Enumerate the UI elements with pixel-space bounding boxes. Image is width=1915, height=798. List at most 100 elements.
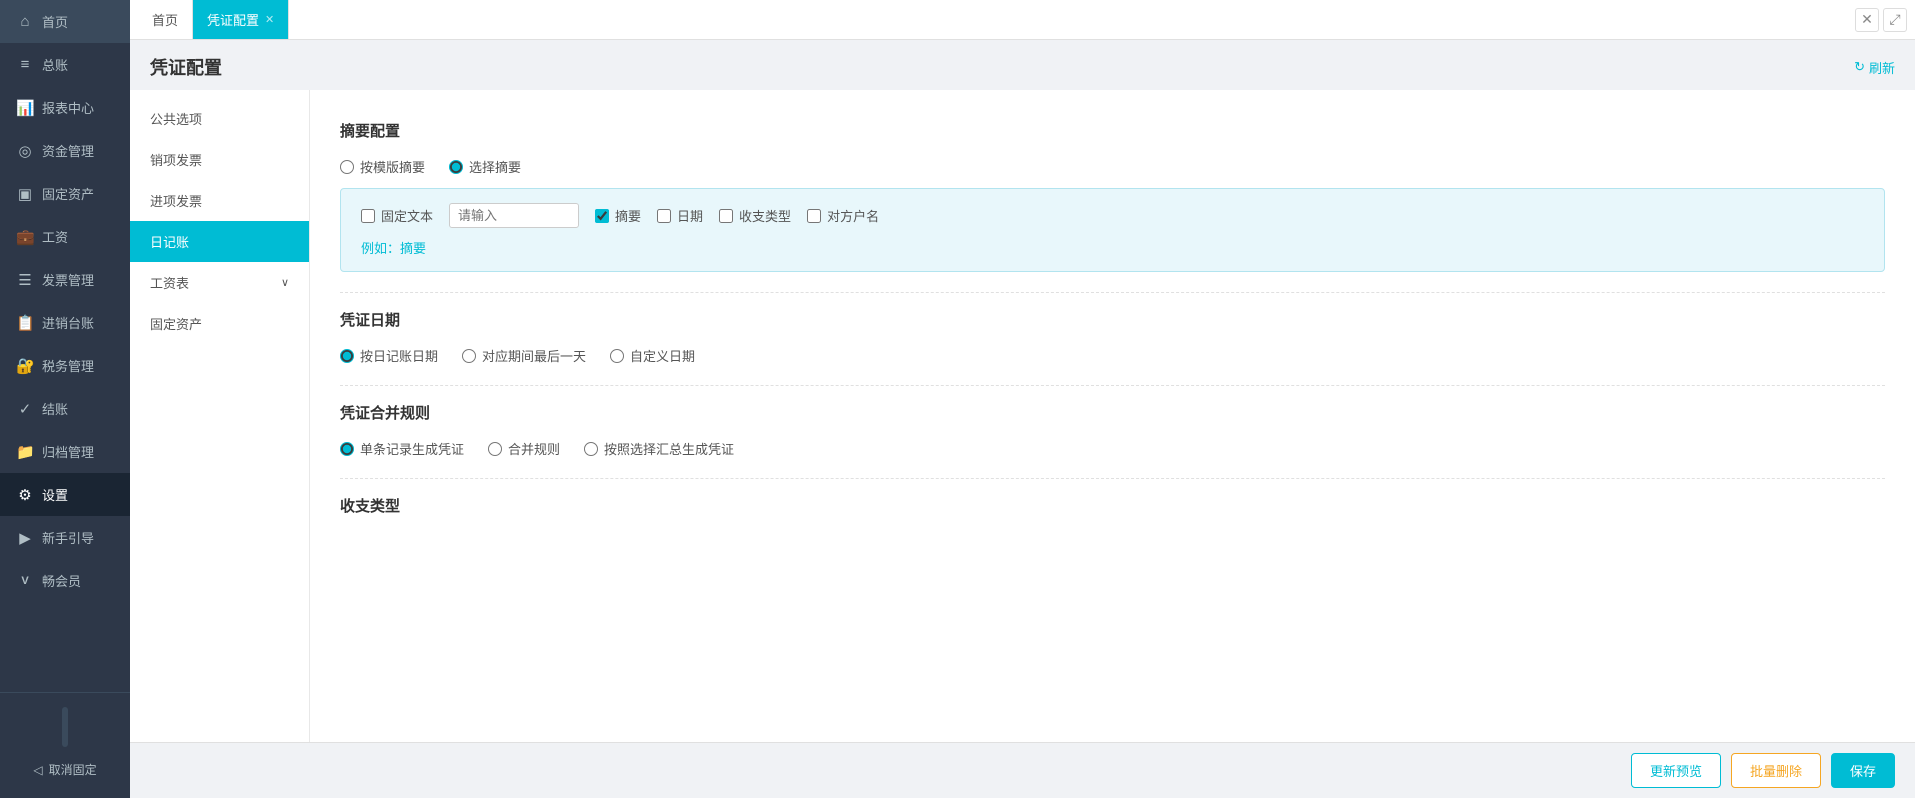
refresh-button[interactable]: ↻ 刷新 [1854, 58, 1895, 77]
pin-icon: ◁ [33, 763, 42, 777]
date-checkbox[interactable] [657, 209, 671, 223]
page-title: 凭证配置 [150, 54, 222, 80]
abstract-checkbox[interactable] [595, 209, 609, 223]
home-icon: ⌂ [16, 13, 34, 30]
fixed-text-checkbox-label[interactable]: 固定文本 [361, 206, 433, 225]
last-day-radio[interactable] [462, 349, 476, 363]
date-checkbox-label[interactable]: 日期 [657, 206, 703, 225]
voucher-date-radio-group: 按日记账日期 对应期间最后一天 自定义日期 [340, 346, 1885, 365]
by-selection-radio[interactable] [584, 442, 598, 456]
tab-voucher-config[interactable]: 凭证配置 ✕ [193, 0, 289, 39]
custom-date-radio[interactable] [610, 349, 624, 363]
tab-controls: ✕ ⤢ [1855, 8, 1915, 32]
invoice-icon: ☰ [16, 271, 34, 289]
right-content: 摘要配置 按模版摘要 选择摘要 固定文本 [310, 90, 1915, 742]
sidebar-item-general-ledger[interactable]: ≡ 总账 [0, 43, 130, 86]
sidebar-item-checkout[interactable]: ✓ 结账 [0, 387, 130, 430]
funds-icon: ◎ [16, 142, 34, 160]
voucher-merge-title: 凭证合并规则 [340, 402, 1885, 423]
sidebar-item-tax[interactable]: 🔐 税务管理 [0, 344, 130, 387]
select-abstract-radio[interactable] [449, 160, 463, 174]
payroll-icon: 💼 [16, 228, 34, 246]
income-expense-checkbox-label[interactable]: 收支类型 [719, 206, 791, 225]
tax-icon: 🔐 [16, 357, 34, 375]
update-preview-button[interactable]: 更新预览 [1631, 753, 1721, 788]
abstract-checkbox-label[interactable]: 摘要 [595, 206, 641, 225]
batch-delete-button[interactable]: 批量删除 [1731, 753, 1821, 788]
sidebar-item-funds[interactable]: ◎ 资金管理 [0, 129, 130, 172]
left-nav-fixed-assets[interactable]: 固定资产 [130, 303, 309, 344]
voucher-merge-section: 凭证合并规则 单条记录生成凭证 合并规则 按照选择汇总生成凭证 [340, 402, 1885, 479]
settings-icon: ⚙ [16, 486, 34, 504]
fixed-text-input[interactable] [449, 203, 579, 228]
tab-maximize-btn[interactable]: ⤢ [1883, 8, 1907, 32]
custom-date-option[interactable]: 自定义日期 [610, 346, 695, 365]
abstract-example: 例如：摘要 [361, 238, 1864, 257]
tab-bar: 首页 凭证配置 ✕ ✕ ⤢ [130, 0, 1915, 40]
refresh-icon: ↻ [1854, 59, 1865, 75]
voucher-date-section: 凭证日期 按日记账日期 对应期间最后一天 自定义日期 [340, 309, 1885, 386]
merge-rules-radio[interactable] [488, 442, 502, 456]
single-record-radio[interactable] [340, 442, 354, 456]
checkout-icon: ✓ [16, 400, 34, 418]
abstract-config-title: 摘要配置 [340, 120, 1885, 141]
sidebar-item-home[interactable]: ⌂ 首页 [0, 0, 130, 43]
last-day-option[interactable]: 对应期间最后一天 [462, 346, 586, 365]
main-area: 首页 凭证配置 ✕ ✕ ⤢ 凭证配置 ↻ 刷新 公共选项 销项发票 进 [130, 0, 1915, 798]
single-record-option[interactable]: 单条记录生成凭证 [340, 439, 464, 458]
sidebar-item-member[interactable]: V 畅会员 [0, 559, 130, 602]
fixed-text-checkbox[interactable] [361, 209, 375, 223]
sales-icon: 📋 [16, 314, 34, 332]
content-wrapper: 公共选项 销项发票 进项发票 日记账 工资表 ∨ 固定资产 摘要配置 [130, 90, 1915, 742]
sidebar-toggle-btn[interactable]: ◁ 取消固定 [0, 751, 130, 788]
counterpart-checkbox-label[interactable]: 对方户名 [807, 206, 879, 225]
page-header: 凭证配置 ↻ 刷新 [130, 40, 1915, 90]
select-abstract-option[interactable]: 选择摘要 [449, 157, 521, 176]
abstract-config-section: 摘要配置 按模版摘要 选择摘要 固定文本 [340, 120, 1885, 293]
expand-icon: ∨ [281, 276, 289, 289]
sidebar-scrollbar [62, 707, 68, 747]
template-abstract-option[interactable]: 按模版摘要 [340, 157, 425, 176]
template-abstract-radio[interactable] [340, 160, 354, 174]
sidebar-bottom: ◁ 取消固定 [0, 692, 130, 798]
tab-home[interactable]: 首页 [138, 0, 193, 39]
assets-icon: ▣ [16, 185, 34, 203]
by-selection-option[interactable]: 按照选择汇总生成凭证 [584, 439, 734, 458]
save-button[interactable]: 保存 [1831, 753, 1895, 788]
income-expense-section: 收支类型 [340, 495, 1885, 612]
by-journal-date-option[interactable]: 按日记账日期 [340, 346, 438, 365]
income-expense-checkbox[interactable] [719, 209, 733, 223]
left-nav-payroll-table[interactable]: 工资表 ∨ [130, 262, 309, 303]
member-icon: V [16, 575, 34, 587]
voucher-merge-radio-group: 单条记录生成凭证 合并规则 按照选择汇总生成凭证 [340, 439, 1885, 458]
left-nav-journal[interactable]: 日记账 [130, 221, 309, 262]
sidebar-item-settings[interactable]: ⚙ 设置 [0, 473, 130, 516]
left-nav: 公共选项 销项发票 进项发票 日记账 工资表 ∨ 固定资产 [130, 90, 310, 742]
sidebar-item-payroll[interactable]: 💼 工资 [0, 215, 130, 258]
tab-close-icon[interactable]: ✕ [265, 13, 274, 26]
abstract-config-box: 固定文本 摘要 日期 收支类型 [340, 188, 1885, 272]
by-journal-date-radio[interactable] [340, 349, 354, 363]
income-expense-title: 收支类型 [340, 495, 1885, 516]
sidebar-item-reports[interactable]: 📊 报表中心 [0, 86, 130, 129]
sidebar-item-sales-purchase[interactable]: 📋 进销台账 [0, 301, 130, 344]
abstract-radio-group: 按模版摘要 选择摘要 [340, 157, 1885, 176]
voucher-date-title: 凭证日期 [340, 309, 1885, 330]
abstract-checkbox-row: 固定文本 摘要 日期 收支类型 [361, 203, 1864, 228]
tab-close-window-btn[interactable]: ✕ [1855, 8, 1879, 32]
left-nav-public-options[interactable]: 公共选项 [130, 98, 309, 139]
guide-icon: ▶ [16, 529, 34, 547]
merge-rules-option[interactable]: 合并规则 [488, 439, 560, 458]
sidebar: ⌂ 首页 ≡ 总账 📊 报表中心 ◎ 资金管理 ▣ 固定资产 💼 工资 ☰ 发票… [0, 0, 130, 798]
sidebar-item-guide[interactable]: ▶ 新手引导 [0, 516, 130, 559]
bottom-toolbar: 更新预览 批量删除 保存 [130, 742, 1915, 798]
counterpart-checkbox[interactable] [807, 209, 821, 223]
archive-icon: 📁 [16, 443, 34, 461]
reports-icon: 📊 [16, 99, 34, 117]
ledger-icon: ≡ [16, 56, 34, 73]
sidebar-item-invoice-mgmt[interactable]: ☰ 发票管理 [0, 258, 130, 301]
left-nav-purchase-invoice[interactable]: 进项发票 [130, 180, 309, 221]
left-nav-sales-invoice[interactable]: 销项发票 [130, 139, 309, 180]
sidebar-item-archive[interactable]: 📁 归档管理 [0, 430, 130, 473]
sidebar-item-fixed-assets[interactable]: ▣ 固定资产 [0, 172, 130, 215]
